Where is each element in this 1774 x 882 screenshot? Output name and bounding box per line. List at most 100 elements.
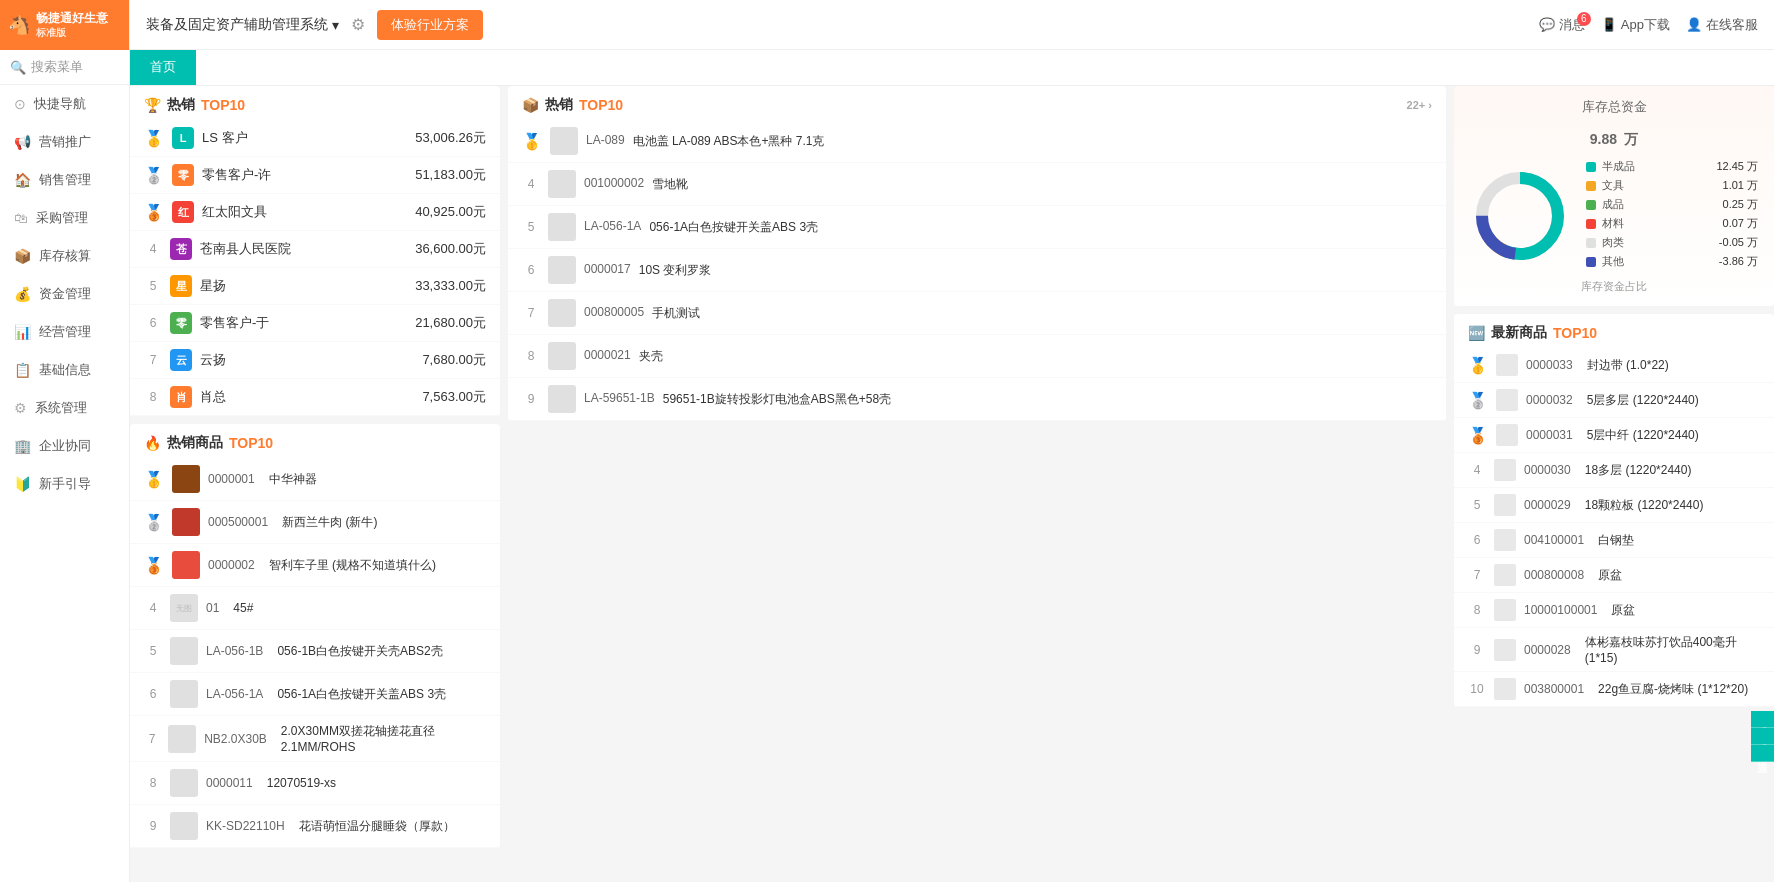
gear-icon[interactable]: ⚙ <box>351 15 365 34</box>
sidebar-item-label: 新手引导 <box>39 475 91 493</box>
legend-label: 其他 <box>1602 254 1713 269</box>
enterprise-icon: 🏢 <box>14 438 31 454</box>
product-code: LA-59651-1B <box>584 391 655 408</box>
rank-number: 8 <box>1468 603 1486 617</box>
sidebar-item-system[interactable]: ⚙ 系统管理 <box>0 389 129 427</box>
sidebar-item-purchase[interactable]: 🛍 采购管理 <box>0 199 129 237</box>
product-row: 8 0000011 12070519-xs <box>130 762 500 805</box>
product-row: 5 LA-056-1B 056-1B白色按键开关壳ABS2壳 <box>130 630 500 673</box>
product-image-placeholder: 无图 <box>170 594 198 622</box>
product-name: 5层中纤 (1220*2440) <box>1587 427 1760 444</box>
top10-label: TOP10 <box>229 435 273 451</box>
sidebar-item-marketing[interactable]: 📢 营销推广 <box>0 123 129 161</box>
customer-name: 零售客户-于 <box>200 314 407 332</box>
product-image-placeholder <box>170 680 198 708</box>
float-live-stream[interactable]: 直播 <box>1751 745 1774 762</box>
product-image-placeholder <box>168 725 196 753</box>
product-image-placeholder <box>1496 424 1518 446</box>
customer-name: 肖总 <box>200 388 414 406</box>
product-code: 0000002 <box>208 558 255 572</box>
trial-button[interactable]: 体验行业方案 <box>377 10 483 40</box>
sidebar-item-basics[interactable]: 📋 基础信息 <box>0 351 129 389</box>
legend-label: 半成品 <box>1602 159 1710 174</box>
medal-icon: 🥇 <box>1468 356 1488 375</box>
rank-number: 9 <box>144 819 162 833</box>
legend-value: 0.07 万 <box>1723 216 1758 231</box>
customer-name: 星扬 <box>200 277 407 295</box>
product-code: 0000021 <box>584 348 631 365</box>
product-name: 2.0X30MM双搓花轴搓花直径2.1MM/ROHS <box>281 723 486 754</box>
product-image-placeholder <box>1494 459 1516 481</box>
customer-name: LS 客户 <box>202 129 407 147</box>
new-product-row: 4 0000030 18多层 (1220*2440) <box>1454 453 1774 488</box>
new-product-row: 9 0000028 体彬嘉枝味苏打饮品400毫升 (1*15) <box>1454 628 1774 672</box>
app-download[interactable]: 📱 App下载 <box>1601 16 1670 34</box>
customer-badge: 红 <box>172 201 194 223</box>
product-code: 000500001 <box>208 515 268 529</box>
legend-dot <box>1586 200 1596 210</box>
legend-item: 成品 0.25 万 <box>1586 197 1758 212</box>
product-image-placeholder <box>1494 678 1516 700</box>
customer-row: 8 肖 肖总 7,563.00元 <box>130 379 500 416</box>
topbar: 装备及固定资产辅助管理系统 ▾ ⚙ 体验行业方案 💬 消息 6 📱 App下载 … <box>130 0 1774 50</box>
inventory-value: 9.88 <box>1590 131 1617 147</box>
product-image-placeholder <box>548 256 576 284</box>
medal-icon: 🥇 <box>144 470 164 489</box>
sidebar-item-enterprise[interactable]: 🏢 企业协同 <box>0 427 129 465</box>
search-icon: 🔍 <box>10 60 26 75</box>
legend-item: 其他 -3.86 万 <box>1586 254 1758 269</box>
product-name: 体彬嘉枝味苏打饮品400毫升 (1*15) <box>1585 634 1760 665</box>
product-image-placeholder <box>1494 639 1516 661</box>
product-name: 雪地靴 <box>652 176 688 193</box>
product-image-placeholder <box>1496 354 1518 376</box>
rank-number: 4 <box>144 601 162 615</box>
notifications[interactable]: 💬 消息 6 <box>1539 16 1585 34</box>
rank-number: 10 <box>1468 682 1486 696</box>
inventory-total-value: 9.88 万 <box>1470 120 1758 151</box>
logo-badge: 标准版 <box>36 26 108 39</box>
sidebar-item-operations[interactable]: 📊 经营管理 <box>0 313 129 351</box>
product-image <box>172 465 200 493</box>
customer-row: 🥉 红 红太阳文具 40,925.00元 <box>130 194 500 231</box>
customer-name: 苍南县人民医院 <box>200 240 407 258</box>
search-label: 搜索菜单 <box>31 58 83 76</box>
inv-product-row: 5 LA-056-1A 056-1A白色按键开关盖ABS 3壳 <box>508 206 1446 249</box>
float-service-hotline[interactable]: 客服热线 <box>1751 711 1774 728</box>
sidebar-item-inventory[interactable]: 📦 库存核算 <box>0 237 129 275</box>
inventory-summary-card: 库存总资金 9.88 万 <box>1454 86 1774 306</box>
float-service-community[interactable]: 服务社区 <box>1751 728 1774 745</box>
product-row: 🥈 000500001 新西兰牛肉 (新牛) <box>130 501 500 544</box>
product-name: 18多层 (1220*2440) <box>1585 462 1760 479</box>
service-icon: 👤 <box>1686 17 1702 32</box>
sidebar-item-label: 经营管理 <box>39 323 91 341</box>
system-selector[interactable]: 装备及固定资产辅助管理系统 ▾ <box>146 16 339 34</box>
search-menu[interactable]: 🔍 搜索菜单 <box>0 50 129 85</box>
inventory-footer: 库存资金占比 <box>1470 279 1758 294</box>
system-icon: ⚙ <box>14 400 27 416</box>
sidebar-item-sales[interactable]: 🏠 销售管理 <box>0 161 129 199</box>
medal-icon: 🥈 <box>144 513 164 532</box>
home-icon: ⊙ <box>14 96 26 112</box>
legend-value: 12.45 万 <box>1716 159 1758 174</box>
online-service[interactable]: 👤 在线客服 <box>1686 16 1758 34</box>
product-code: 0000028 <box>1524 643 1571 657</box>
sidebar-item-finance[interactable]: 💰 资金管理 <box>0 275 129 313</box>
product-code: 01 <box>206 601 219 615</box>
customer-amount: 7,563.00元 <box>422 388 486 406</box>
legend-value: 1.01 万 <box>1723 178 1758 193</box>
logo-text: 畅捷通好生意 标准版 <box>36 11 108 40</box>
product-name: 12070519-xs <box>267 776 336 790</box>
customer-name: 云扬 <box>200 351 414 369</box>
customer-row: 4 苍 苍南县人民医院 36,600.00元 <box>130 231 500 268</box>
tab-home[interactable]: 首页 <box>130 50 196 85</box>
product-image-placeholder <box>550 127 578 155</box>
sidebar-item-guide[interactable]: 🔰 新手引导 <box>0 465 129 503</box>
product-image-placeholder <box>548 342 576 370</box>
rank-number: 5 <box>522 220 540 234</box>
sidebar-item-quick-nav[interactable]: ⊙ 快捷导航 <box>0 85 129 123</box>
product-image-placeholder <box>1494 599 1516 621</box>
product-code: 000800005 <box>584 305 644 322</box>
product-code: 0000011 <box>206 776 253 790</box>
medal-icon: 🥈 <box>1468 391 1488 410</box>
rank-number: 4 <box>522 177 540 191</box>
